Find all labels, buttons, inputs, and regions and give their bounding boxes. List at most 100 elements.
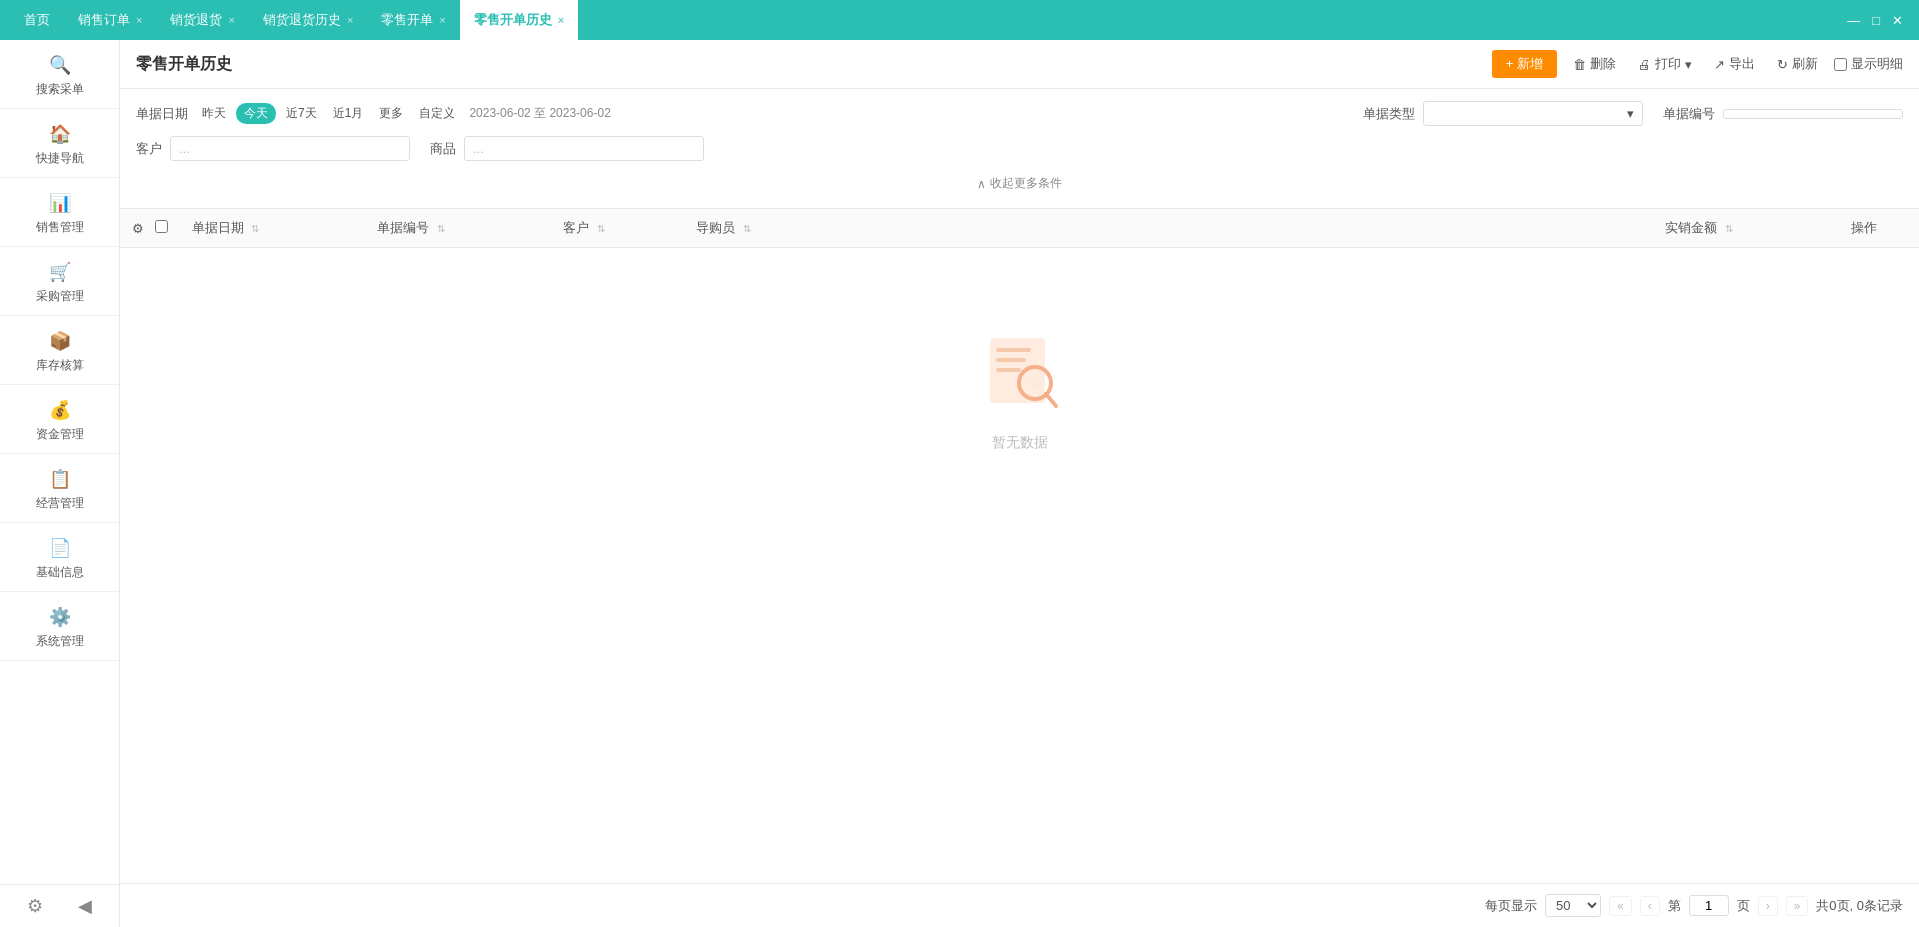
date-options: 昨天 今天 近7天 近1月 更多 自定义 <box>196 103 461 124</box>
date-opt-1month[interactable]: 近1月 <box>327 103 370 124</box>
sidebar-item-basic-info[interactable]: 📄 基础信息 <box>0 523 119 592</box>
th-spacer <box>843 209 1653 248</box>
goods-input[interactable]: ... <box>464 136 704 161</box>
add-button[interactable]: + 新增 <box>1492 50 1557 78</box>
th-ops: 操作 <box>1839 209 1919 248</box>
window-controls: — □ ✕ <box>1847 13 1919 28</box>
quick-nav-icon: 🏠 <box>49 123 71 145</box>
show-detail-input[interactable] <box>1834 58 1847 71</box>
th-amount-label: 实销金额 <box>1665 220 1717 235</box>
empty-state: 暂无数据 <box>120 248 1919 532</box>
th-amount: 实销金额 ⇅ <box>1653 209 1839 248</box>
basic-info-icon: 📄 <box>49 537 71 559</box>
page-input[interactable] <box>1689 895 1729 916</box>
top-nav: 首页 销售订单 × 销货退货 × 销货退货历史 × 零售开单 × 零售开单历史 … <box>0 0 1919 40</box>
doc-type-label: 单据类型 <box>1363 105 1415 123</box>
svg-rect-1 <box>996 348 1031 352</box>
th-customer-sort[interactable]: ⇅ <box>597 223 605 234</box>
main-layout: 🔍 搜索采单 🏠 快捷导航 📊 销售管理 🛒 采购管理 📦 库存核算 💰 资金管… <box>0 40 1919 927</box>
sidebar-item-finance[interactable]: 💰 资金管理 <box>0 385 119 454</box>
first-page-btn[interactable]: « <box>1609 896 1632 916</box>
date-range: 2023-06-02 至 2023-06-02 <box>469 105 610 122</box>
th-customer-label: 客户 <box>563 220 589 235</box>
doc-no-filter-group: 单据编号 <box>1663 105 1903 123</box>
tab-home[interactable]: 首页 <box>10 0 64 40</box>
th-salesperson-sort[interactable]: ⇅ <box>743 223 751 234</box>
page-title: 零售开单历史 <box>136 54 232 75</box>
tab-retail-open-history[interactable]: 零售开单历史 × <box>460 0 578 40</box>
th-amount-sort[interactable]: ⇅ <box>1725 223 1733 234</box>
system-mgmt-icon: ⚙️ <box>49 606 71 628</box>
sidebar-item-purchase-mgmt[interactable]: 🛒 采购管理 <box>0 247 119 316</box>
th-settings: ⚙ <box>120 209 180 248</box>
tab-retail-open[interactable]: 零售开单 × <box>367 0 459 40</box>
date-opt-yesterday[interactable]: 昨天 <box>196 103 232 124</box>
sidebar-item-search-order[interactable]: 🔍 搜索采单 <box>0 40 119 109</box>
purchase-mgmt-icon: 🛒 <box>49 261 71 283</box>
search-order-icon: 🔍 <box>49 54 71 76</box>
date-opt-more[interactable]: 更多 <box>373 103 409 124</box>
finance-icon: 💰 <box>49 399 71 421</box>
doc-no-input[interactable] <box>1723 109 1903 119</box>
sales-mgmt-icon: 📊 <box>49 192 71 214</box>
th-no-sort[interactable]: ⇅ <box>437 223 445 234</box>
close-tab-sales-return[interactable]: × <box>228 14 234 26</box>
collapse-icon[interactable]: ◀ <box>78 895 92 917</box>
doc-type-select[interactable]: ▾ <box>1423 101 1643 126</box>
sidebar-bottom: ⚙ ◀ <box>0 884 119 927</box>
filter-row-2: 客户 ... 商品 ... <box>136 136 1903 161</box>
sidebar-item-inventory[interactable]: 📦 库存核算 <box>0 316 119 385</box>
close-btn[interactable]: ✕ <box>1892 13 1903 28</box>
sidebar-item-operations[interactable]: 📋 经营管理 <box>0 454 119 523</box>
refresh-button[interactable]: ↻ 刷新 <box>1771 51 1824 77</box>
table-settings-icon[interactable]: ⚙ <box>132 221 144 236</box>
customer-input[interactable]: ... <box>170 136 410 161</box>
next-page-btn[interactable]: › <box>1758 896 1778 916</box>
close-tab-retail-open-history[interactable]: × <box>558 14 564 26</box>
doc-type-dropdown-icon: ▾ <box>1627 106 1634 121</box>
sidebar-item-sales-mgmt[interactable]: 📊 销售管理 <box>0 178 119 247</box>
export-button[interactable]: ↗ 导出 <box>1708 51 1761 77</box>
maximize-btn[interactable]: □ <box>1872 13 1880 28</box>
doc-type-filter-group: 单据类型 ▾ <box>1363 101 1643 126</box>
delete-icon: 🗑 <box>1573 57 1586 72</box>
date-opt-custom[interactable]: 自定义 <box>413 103 461 124</box>
print-button[interactable]: 🖨 打印 ▾ <box>1632 51 1698 77</box>
close-tab-sales-order[interactable]: × <box>136 14 142 26</box>
page-size-select[interactable]: 50 20 100 <box>1545 894 1601 917</box>
page-unit: 页 <box>1737 897 1750 915</box>
th-salesperson: 导购员 ⇅ <box>684 209 843 248</box>
th-customer: 客户 ⇅ <box>551 209 684 248</box>
date-opt-7days[interactable]: 近7天 <box>280 103 323 124</box>
th-date-sort[interactable]: ⇅ <box>251 223 259 234</box>
minimize-btn[interactable]: — <box>1847 13 1860 28</box>
sidebar-item-system-mgmt[interactable]: ⚙️ 系统管理 <box>0 592 119 661</box>
sidebar-item-quick-nav[interactable]: 🏠 快捷导航 <box>0 109 119 178</box>
settings-icon[interactable]: ⚙ <box>27 895 43 917</box>
collapse-button[interactable]: ∧ 收起更多条件 <box>977 171 1062 196</box>
table-header-row: ⚙ 单据日期 ⇅ 单据编号 ⇅ 客户 <box>120 209 1919 248</box>
refresh-icon: ↻ <box>1777 57 1788 72</box>
show-detail-checkbox[interactable]: 显示明细 <box>1834 55 1903 73</box>
tab-sales-order[interactable]: 销售订单 × <box>64 0 156 40</box>
last-page-btn[interactable]: » <box>1786 896 1809 916</box>
prev-page-btn[interactable]: ‹ <box>1640 896 1660 916</box>
print-dropdown-icon[interactable]: ▾ <box>1685 57 1692 72</box>
filter-area: 单据日期 昨天 今天 近7天 近1月 更多 自定义 2023-06-02 至 2… <box>120 89 1919 209</box>
close-tab-retail-open[interactable]: × <box>439 14 445 26</box>
svg-rect-3 <box>996 368 1021 372</box>
tab-sales-return-history[interactable]: 销货退货历史 × <box>249 0 367 40</box>
page-label: 第 <box>1668 897 1681 915</box>
svg-rect-2 <box>996 358 1026 362</box>
th-no: 单据编号 ⇅ <box>365 209 551 248</box>
delete-button[interactable]: 🗑 删除 <box>1567 51 1622 77</box>
close-tab-sales-return-history[interactable]: × <box>347 14 353 26</box>
date-filter-group: 单据日期 昨天 今天 近7天 近1月 更多 自定义 2023-06-02 至 2… <box>136 103 611 124</box>
empty-illustration <box>970 328 1070 418</box>
operations-icon: 📋 <box>49 468 71 490</box>
select-all-checkbox[interactable] <box>155 220 168 233</box>
date-opt-today[interactable]: 今天 <box>236 103 276 124</box>
customer-filter-group: 客户 ... <box>136 136 410 161</box>
doc-no-label: 单据编号 <box>1663 105 1715 123</box>
tab-sales-return[interactable]: 销货退货 × <box>156 0 248 40</box>
